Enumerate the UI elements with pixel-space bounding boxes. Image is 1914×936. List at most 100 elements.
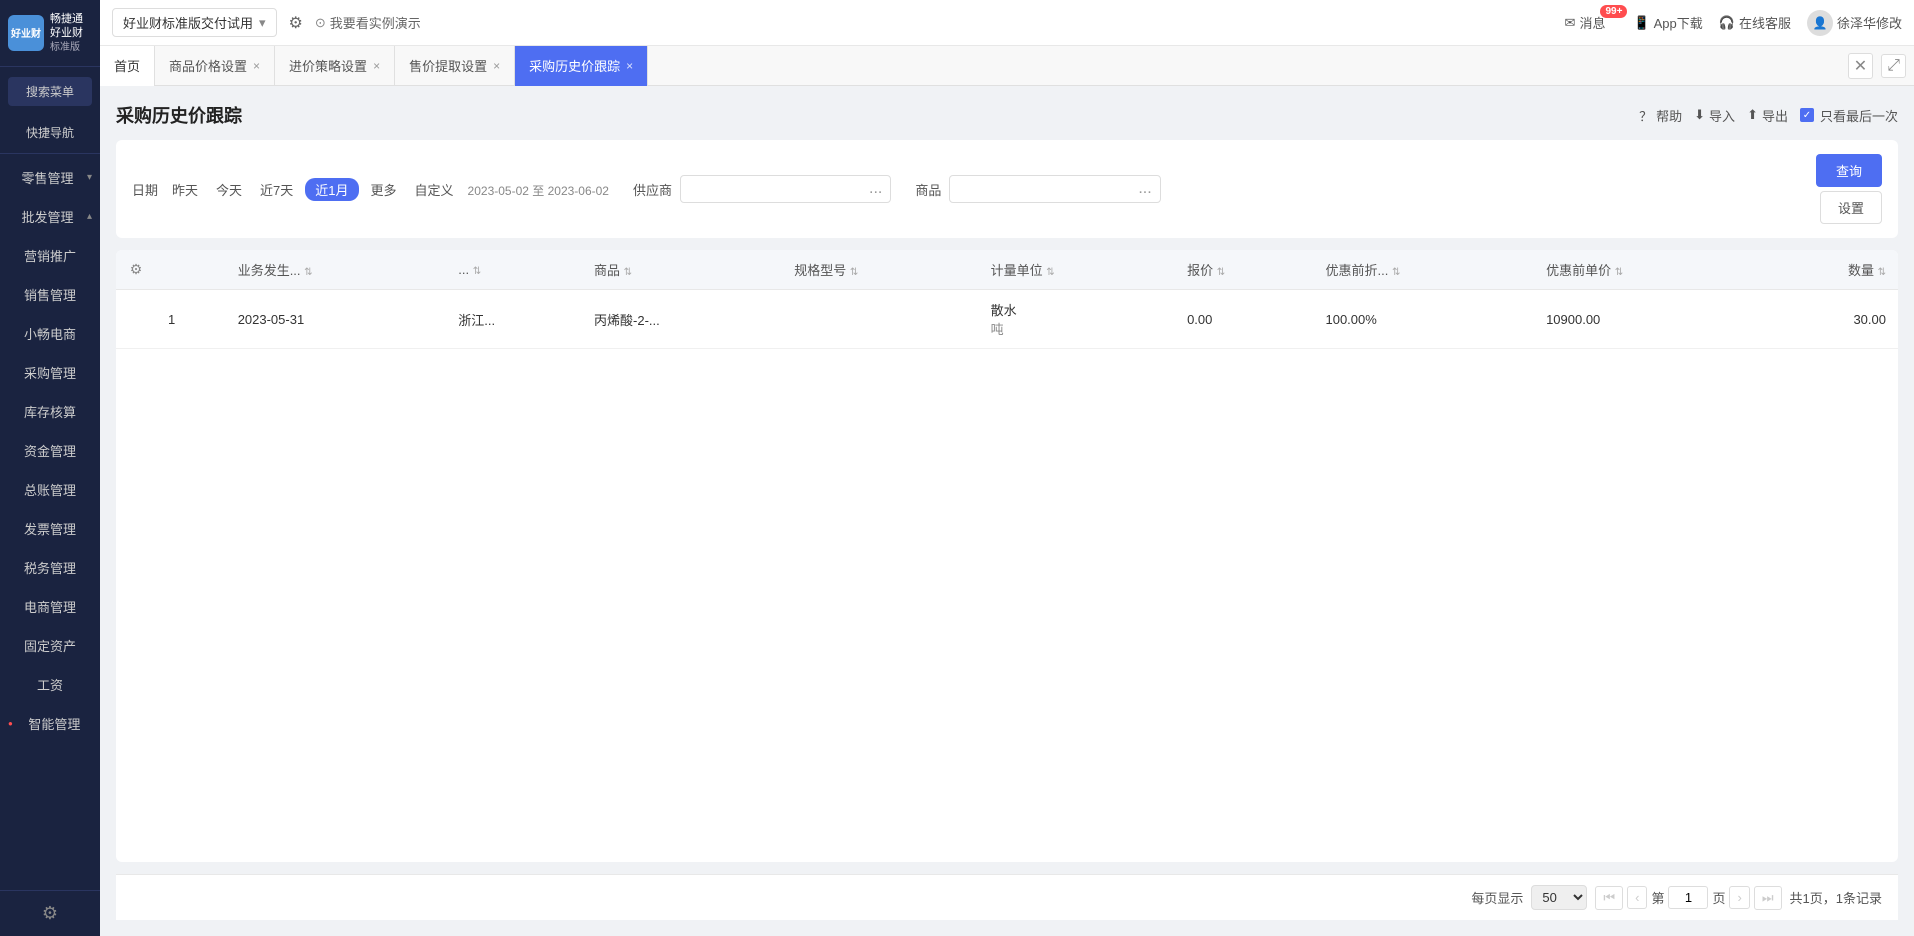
demo-icon: ⊙ xyxy=(315,15,326,31)
supplier-dots-button[interactable]: ... xyxy=(869,180,882,198)
sidebar-item-ecommerce[interactable]: 电商管理 xyxy=(0,587,100,626)
main-area: 好业财标准版交付试用 ▾ ⚙ ⊙ 我要看实例演示 ✉ 消息 99+ 📱 App下… xyxy=(100,0,1914,936)
sidebar-item-tax[interactable]: 税务管理 xyxy=(0,548,100,587)
chevron-up-icon: ▴ xyxy=(87,211,92,222)
next-page-button[interactable]: › xyxy=(1729,886,1749,909)
cell-discount: 100.00% xyxy=(1313,290,1534,349)
page-label-after: 页 xyxy=(1712,888,1725,907)
chevron-down-icon: ▾ xyxy=(259,15,266,31)
maximize-button[interactable]: ⤢ xyxy=(1881,54,1906,78)
sort-icon[interactable]: ⇅ xyxy=(1217,267,1225,278)
search-menu-button[interactable]: 搜索菜单 xyxy=(8,77,92,106)
cell-spec xyxy=(782,290,978,349)
sidebar: 好业财 畅捷通好业财 标准版 搜索菜单 快捷导航 零售管理 ▾ 批发管理 ▴ 营… xyxy=(0,0,100,936)
sort-icon[interactable]: ⇅ xyxy=(850,267,858,278)
sidebar-item-sales[interactable]: 销售管理 xyxy=(0,275,100,314)
sort-icon[interactable]: ⇅ xyxy=(624,267,632,278)
query-button[interactable]: 查询 xyxy=(1816,154,1882,187)
date-option-custom[interactable]: 自定义 xyxy=(409,178,460,201)
messages-button[interactable]: ✉ 消息 99+ xyxy=(1565,13,1618,32)
supplier-filter-label: 供应商 xyxy=(633,180,672,199)
sidebar-item-ledger[interactable]: 总账管理 xyxy=(0,470,100,509)
supplier-filter-group: 供应商 ... xyxy=(633,175,891,203)
sidebar-item-fixed-assets[interactable]: 固定资产 xyxy=(0,626,100,665)
pagination: 每页显示 50 10 20 100 ⏮ ‹ 第 页 › ⏭ 共1页，1条记录 xyxy=(116,874,1898,920)
sidebar-item-purchase[interactable]: 采购管理 xyxy=(0,353,100,392)
sidebar-settings-area: ⚙ xyxy=(0,890,100,936)
avatar: 👤 xyxy=(1807,10,1833,36)
sidebar-item-wholesale[interactable]: 批发管理 ▴ xyxy=(0,197,100,236)
page-header: 采购历史价跟踪 ？ 帮助 ⬇ 导入 ⬆ 导出 ✓ 只看最后一次 xyxy=(116,102,1898,128)
sort-icon[interactable]: ⇅ xyxy=(1878,267,1886,278)
column-settings-icon[interactable]: ⚙ xyxy=(130,261,143,277)
per-page-select[interactable]: 50 10 20 100 xyxy=(1531,885,1587,910)
first-page-button[interactable]: ⏮ xyxy=(1595,886,1623,910)
cell-unit: 散水 吨 xyxy=(979,290,1175,349)
close-icon[interactable]: × xyxy=(493,59,500,73)
sidebar-item-salary[interactable]: 工资 xyxy=(0,665,100,704)
quick-nav-button[interactable]: 快捷导航 xyxy=(0,116,100,149)
filter-settings-button[interactable]: 设置 xyxy=(1820,191,1882,224)
version-selector[interactable]: 好业财标准版交付试用 ▾ xyxy=(112,8,277,37)
sidebar-item-ecommerce-small[interactable]: 小畅电商 xyxy=(0,314,100,353)
th-spec: 规格型号 ⇅ xyxy=(782,250,978,290)
sidebar-item-marketing[interactable]: 营销推广 xyxy=(0,236,100,275)
settings-icon[interactable]: ⚙ xyxy=(289,13,303,33)
tab-home[interactable]: 首页 xyxy=(100,46,155,86)
sort-icon[interactable]: ⇅ xyxy=(473,266,481,277)
sidebar-item-retail[interactable]: 零售管理 ▾ xyxy=(0,158,100,197)
data-table: ⚙ 业务发生... ⇅ ... ⇅ 商品 ⇅ xyxy=(116,250,1898,349)
close-tab-button[interactable]: ✕ xyxy=(1848,53,1873,79)
tab-purchase-strategy[interactable]: 进价策略设置 × xyxy=(275,46,395,86)
headset-icon: 🎧 xyxy=(1719,15,1735,31)
page-number-input[interactable] xyxy=(1668,886,1708,909)
th-goods: 商品 ⇅ xyxy=(582,250,782,290)
cell-date: 2023-05-31 xyxy=(226,290,447,349)
filter-action-btns: 查询 设置 xyxy=(1816,154,1882,224)
close-icon[interactable]: × xyxy=(253,59,260,73)
messages-badge: 99+ xyxy=(1600,5,1627,18)
goods-input[interactable] xyxy=(958,182,1134,197)
sort-icon[interactable]: ⇅ xyxy=(304,267,312,278)
sidebar-item-finance[interactable]: 资金管理 xyxy=(0,431,100,470)
export-button[interactable]: ⬆ 导出 xyxy=(1747,106,1788,125)
sidebar-item-smart[interactable]: 智能管理 xyxy=(0,704,100,743)
tab-sale-price[interactable]: 售价提取设置 × xyxy=(395,46,515,86)
th-date: 业务发生... ⇅ xyxy=(226,250,447,290)
close-icon[interactable]: × xyxy=(626,59,633,73)
sort-icon[interactable]: ⇅ xyxy=(1392,267,1400,278)
help-icon: ？ xyxy=(1639,106,1652,125)
prev-page-button[interactable]: ‹ xyxy=(1627,886,1647,909)
page-actions: ？ 帮助 ⬇ 导入 ⬆ 导出 ✓ 只看最后一次 xyxy=(1639,106,1898,125)
last-page-button[interactable]: ⏭ xyxy=(1754,886,1782,910)
message-icon: ✉ xyxy=(1565,15,1576,31)
sort-icon[interactable]: ⇅ xyxy=(1046,267,1054,278)
cell-settings xyxy=(116,290,156,349)
date-option-yesterday[interactable]: 昨天 xyxy=(166,178,204,201)
date-option-1month[interactable]: 近1月 xyxy=(305,178,358,201)
th-col3: ... ⇅ xyxy=(446,250,582,290)
cell-goods: 丙烯酸-2-... xyxy=(582,290,782,349)
logo-text: 畅捷通好业财 标准版 xyxy=(50,12,92,54)
mobile-icon: 📱 xyxy=(1633,15,1649,31)
demo-button[interactable]: ⊙ 我要看实例演示 xyxy=(315,13,421,32)
sort-icon[interactable]: ⇅ xyxy=(1615,267,1623,278)
supplier-input[interactable] xyxy=(689,182,865,197)
date-option-more[interactable]: 更多 xyxy=(365,178,403,201)
tab-purchase-history[interactable]: 采购历史价跟踪 × xyxy=(515,46,648,86)
sidebar-item-inventory[interactable]: 库存核算 xyxy=(0,392,100,431)
help-button[interactable]: ？ 帮助 xyxy=(1639,106,1682,125)
app-download-button[interactable]: 📱 App下载 xyxy=(1633,13,1702,32)
close-icon[interactable]: × xyxy=(373,59,380,73)
import-button[interactable]: ⬇ 导入 xyxy=(1694,106,1735,125)
sidebar-item-invoice[interactable]: 发票管理 xyxy=(0,509,100,548)
sidebar-logo: 好业财 畅捷通好业财 标准版 xyxy=(0,0,100,67)
user-menu-button[interactable]: 👤 徐泽华修改 xyxy=(1807,10,1902,36)
date-option-today[interactable]: 今天 xyxy=(210,178,248,201)
date-option-7days[interactable]: 近7天 xyxy=(254,178,299,201)
goods-dots-button[interactable]: ... xyxy=(1138,180,1151,198)
online-service-button[interactable]: 🎧 在线客服 xyxy=(1719,13,1791,32)
tab-goods-price[interactable]: 商品价格设置 × xyxy=(155,46,275,86)
only-latest-toggle[interactable]: ✓ 只看最后一次 xyxy=(1800,106,1898,125)
gear-icon[interactable]: ⚙ xyxy=(42,903,58,923)
